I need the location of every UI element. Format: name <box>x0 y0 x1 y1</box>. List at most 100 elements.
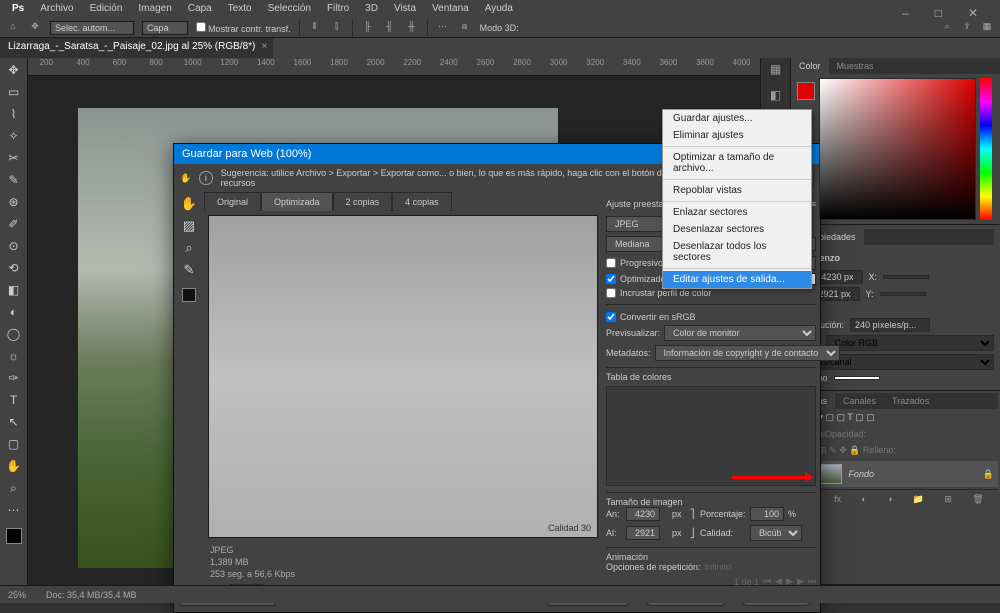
align-icon[interactable]: ⫴ <box>308 21 322 35</box>
progressive-checkbox[interactable] <box>606 258 616 268</box>
window-minimize-icon[interactable]: – <box>894 3 917 15</box>
folder-icon[interactable]: 📁 <box>913 494 924 505</box>
menu-filtro[interactable]: Filtro <box>319 0 357 18</box>
move-tool-icon[interactable]: ✥ <box>3 60 25 80</box>
percent-input[interactable]: 100 <box>750 507 784 521</box>
zoom-tool-icon[interactable]: ⌕ <box>3 478 25 498</box>
color-picker[interactable] <box>791 74 1000 224</box>
menu-seleccion[interactable]: Selección <box>260 0 319 18</box>
menu-delete-settings[interactable]: Eliminar ajustes <box>663 127 811 144</box>
menu-unlink-all[interactable]: Desenlazar todos los sectores <box>663 238 811 266</box>
wand-tool-icon[interactable]: ✧ <box>3 126 25 146</box>
dist2-icon[interactable]: ╢ <box>383 21 397 35</box>
tab-2copias[interactable]: 2 copias <box>333 192 393 211</box>
workspace-icon[interactable]: ▦ <box>980 21 994 35</box>
dist1-icon[interactable]: ╟ <box>361 21 375 35</box>
dist3-icon[interactable]: ╫ <box>405 21 419 35</box>
tab-paths[interactable]: Trazados <box>884 393 937 409</box>
blur-tool-icon[interactable]: ◯ <box>3 324 25 344</box>
layer-row[interactable]: 👁 Fondo 🔒 <box>793 461 998 487</box>
preview-select[interactable]: Color de monitor <box>664 325 816 341</box>
tab-original[interactable]: Original <box>204 192 261 211</box>
brush-tool-icon[interactable]: ✐ <box>3 214 25 234</box>
pen-tool-icon[interactable]: ✑ <box>3 368 25 388</box>
tab-swatches[interactable]: Muestras <box>829 58 882 74</box>
new-icon[interactable]: ⊞ <box>944 494 952 505</box>
srgb-checkbox[interactable] <box>606 312 616 322</box>
3d-icon[interactable]: ⧈ <box>458 21 472 35</box>
embed-profile-checkbox[interactable] <box>606 288 616 298</box>
tab-4copias[interactable]: 4 copias <box>392 192 452 211</box>
path-tool-icon[interactable]: ↖ <box>3 412 25 432</box>
canvas-y[interactable] <box>880 292 926 296</box>
more-icon[interactable]: ⋯ <box>436 21 450 35</box>
canvas-x[interactable] <box>883 275 929 279</box>
menu-capa[interactable]: Capa <box>180 0 220 18</box>
layer-select[interactable]: Capa <box>142 21 188 35</box>
strip-icon[interactable]: ▦ <box>767 62 785 80</box>
color-swatch[interactable] <box>6 528 22 544</box>
lock-icon[interactable]: 🔒 <box>983 469 994 480</box>
menu-imagen[interactable]: Imagen <box>130 0 179 18</box>
window-maximize-icon[interactable]: □ <box>927 3 950 15</box>
metadata-select[interactable]: Información de copyright y de contacto <box>655 345 840 361</box>
menu-optimize-size[interactable]: Optimizar a tamaño de archivo... <box>663 149 811 177</box>
share-icon[interactable]: ⇪ <box>960 21 974 35</box>
resample-select[interactable]: Bicúbica <box>750 525 802 541</box>
zoom-tool-icon[interactable]: ⌕ <box>178 238 200 258</box>
hand-tool-icon[interactable]: ✋ <box>3 456 25 476</box>
height-input[interactable]: 2921 <box>626 526 660 540</box>
gradient-tool-icon[interactable]: ◐ <box>3 302 25 322</box>
mode-select[interactable]: Color RGB <box>826 335 994 351</box>
menu-unlink-slices[interactable]: Desenlazar sectores <box>663 221 811 238</box>
history-tool-icon[interactable]: ⟲ <box>3 258 25 278</box>
show-transform-checkbox[interactable]: Mostrar contr. transf. <box>196 22 291 34</box>
menu-archivo[interactable]: Archivo <box>32 0 81 18</box>
canvas-width[interactable]: 4230 px <box>817 270 863 284</box>
tab-optimizada[interactable]: Optimizada <box>261 192 333 211</box>
color-field[interactable] <box>819 78 976 220</box>
menu-edit-output[interactable]: Editar ajustes de salida... <box>663 271 811 288</box>
menu-save-settings[interactable]: Guardar ajustes... <box>663 110 811 127</box>
menu-ventana[interactable]: Ventana <box>424 0 477 18</box>
menu-texto[interactable]: Texto <box>220 0 260 18</box>
hand-tool-icon[interactable]: ✋ <box>178 194 200 214</box>
search-icon[interactable]: ⌕ <box>940 21 954 35</box>
lasso-tool-icon[interactable]: ⌇ <box>3 104 25 124</box>
zoom-level[interactable]: 25% <box>8 590 26 600</box>
slice-tool-icon[interactable]: ▨ <box>178 216 200 236</box>
eyedropper-icon[interactable]: ✎ <box>178 260 200 280</box>
menu-edicion[interactable]: Edición <box>82 0 131 18</box>
mask-icon[interactable]: ◐ <box>861 494 866 505</box>
fg-color-swatch[interactable] <box>797 82 815 100</box>
fx-icon[interactable]: fx <box>834 494 841 505</box>
preview-area[interactable]: Calidad 30 <box>208 215 598 538</box>
shape-tool-icon[interactable]: ▢ <box>3 434 25 454</box>
dodge-tool-icon[interactable]: ☼ <box>3 346 25 366</box>
tab-color[interactable]: Color <box>791 58 829 74</box>
document-tab[interactable]: Lizarraga_-_Saratsa_-_Paisaje_02.jpg al … <box>0 38 273 58</box>
resolution[interactable]: 240 píxeles/p... <box>850 318 930 332</box>
align2-icon[interactable]: ⫿ <box>330 21 344 35</box>
hue-slider[interactable] <box>980 78 992 220</box>
trash-icon[interactable]: 🗑 <box>972 494 983 505</box>
tab-channels[interactable]: Canales <box>835 393 884 409</box>
optimized-checkbox[interactable] <box>606 274 616 284</box>
strip-icon[interactable]: ◧ <box>767 88 785 106</box>
type-tool-icon[interactable]: T <box>3 390 25 410</box>
window-close-icon[interactable]: ✕ <box>960 3 986 15</box>
fill-color[interactable] <box>834 376 880 380</box>
eraser-tool-icon[interactable]: ◧ <box>3 280 25 300</box>
heal-tool-icon[interactable]: ⊛ <box>3 192 25 212</box>
menu-link-slices[interactable]: Enlazar sectores <box>663 204 811 221</box>
marquee-tool-icon[interactable]: ▭ <box>3 82 25 102</box>
width-input[interactable]: 4230 <box>626 507 660 521</box>
crop-tool-icon[interactable]: ✂ <box>3 148 25 168</box>
stamp-tool-icon[interactable]: ⊙ <box>3 236 25 256</box>
home-icon[interactable]: ⌂ <box>6 21 20 35</box>
menu-vista[interactable]: Vista <box>386 0 424 18</box>
adj-icon[interactable]: ◑ <box>887 494 892 505</box>
auto-select-dropdown[interactable]: Selec. autom... <box>50 21 134 35</box>
edit-toolbar-icon[interactable]: ⋯ <box>3 500 25 520</box>
menu-repopulate[interactable]: Repoblar vistas <box>663 182 811 199</box>
